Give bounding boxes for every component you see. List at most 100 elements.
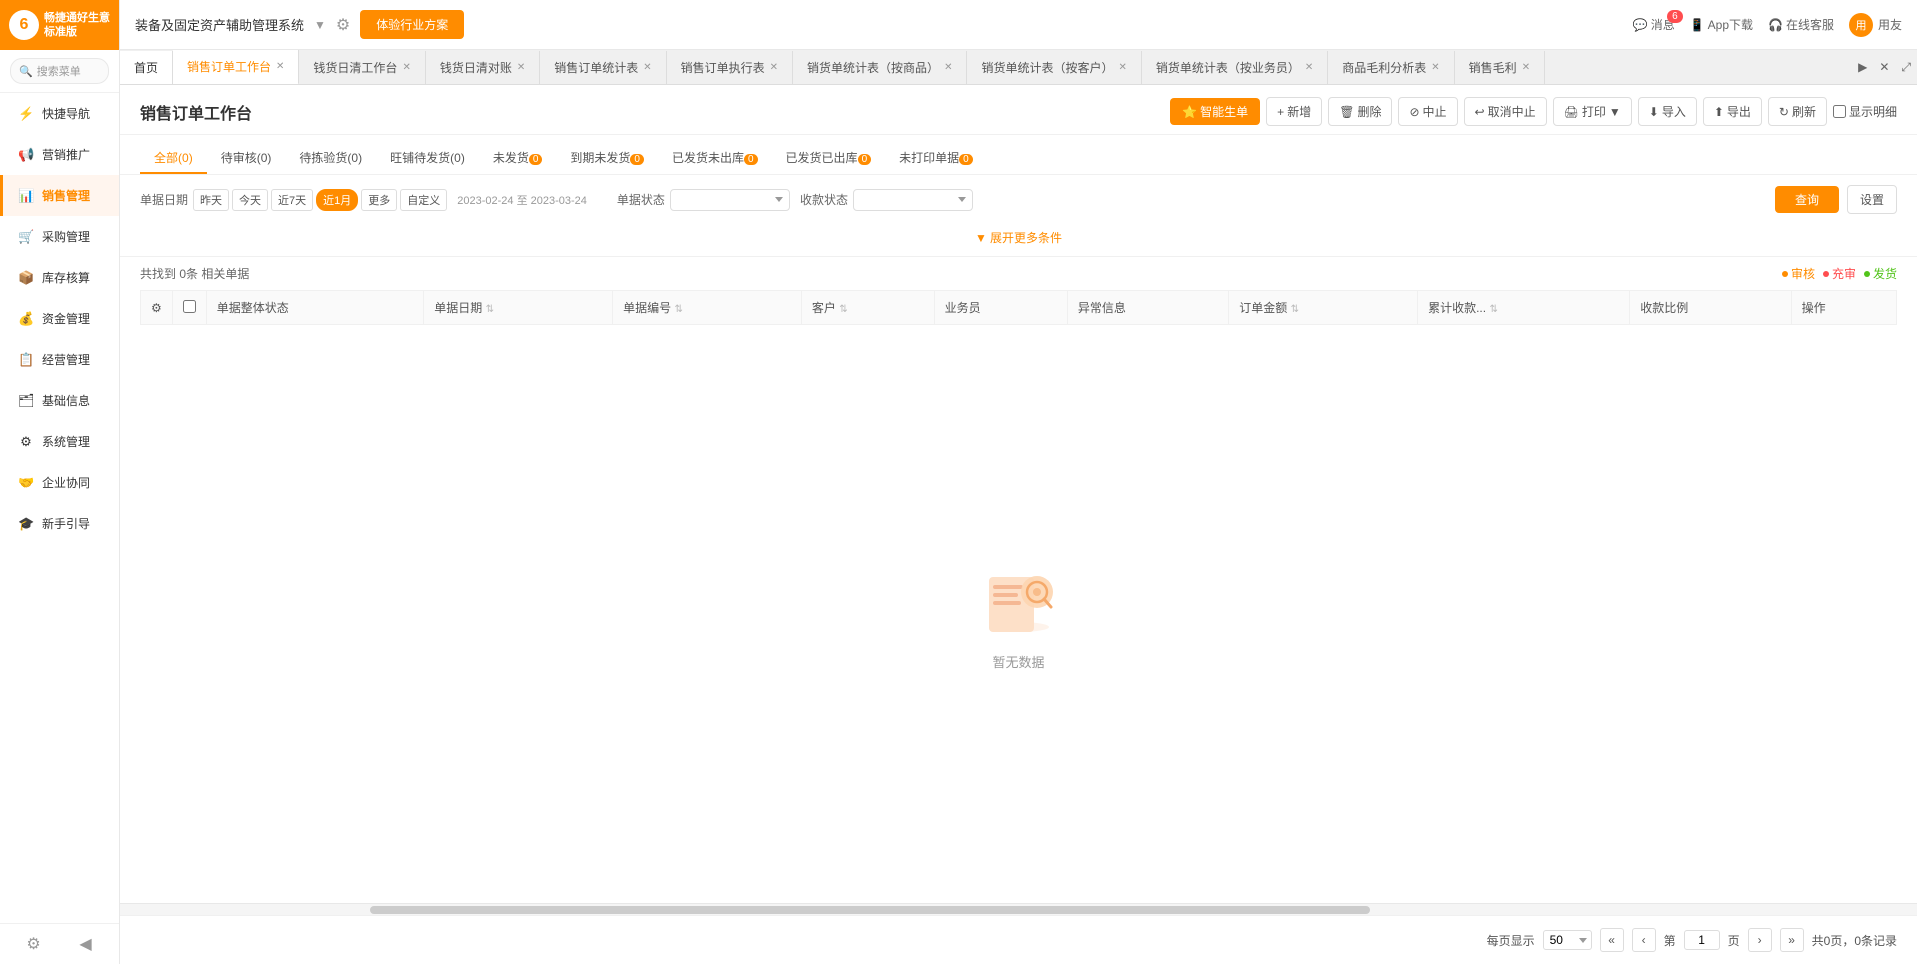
gear-icon[interactable]: ⚙ — [336, 15, 350, 35]
user-info[interactable]: 用 用友 — [1849, 13, 1902, 37]
sub-tab-overdue-not-shipped[interactable]: 到期未发货0 — [556, 143, 658, 174]
sidebar-item-finance[interactable]: 💰 资金管理 — [0, 298, 119, 339]
sidebar-item-purchase[interactable]: 🛒 采购管理 — [0, 216, 119, 257]
sidebar-item-inventory[interactable]: 📦 库存核算 — [0, 257, 119, 298]
sidebar-item-guide[interactable]: 🎓 新手引导 — [0, 503, 119, 544]
col-staff[interactable]: 业务员 — [934, 291, 1067, 325]
tab-product-margin[interactable]: 商品毛利分析表 ✕ — [1328, 51, 1454, 84]
tab-scroll-right[interactable]: ▶ — [1852, 52, 1873, 82]
horizontal-scrollbar[interactable] — [120, 903, 1917, 915]
sub-tab-wangpu-pending[interactable]: 旺铺待发货(0) — [376, 143, 479, 174]
message-badge[interactable]: 💬 消息 6 — [1633, 16, 1675, 33]
next-page-button[interactable]: › — [1748, 928, 1772, 952]
tab-close-sales-exec[interactable]: ✕ — [770, 62, 778, 73]
sidebar-item-system[interactable]: ⚙ 系统管理 — [0, 421, 119, 462]
sidebar-item-cooperation[interactable]: 🤝 企业协同 — [0, 462, 119, 503]
col-customer[interactable]: 客户 ⇅ — [801, 291, 934, 325]
sub-tab-shipped-out[interactable]: 已发货已出库0 — [772, 143, 886, 174]
date-btn-custom[interactable]: 自定义 — [400, 189, 447, 211]
tab-close-summary-customer[interactable]: ✕ — [1118, 62, 1126, 73]
tab-cash-reconcile[interactable]: 钱货日清对账 ✕ — [426, 51, 540, 84]
col-gear[interactable]: ⚙ — [141, 291, 173, 325]
tab-sales-summary-customer[interactable]: 销货单统计表（按客户） ✕ — [967, 51, 1141, 84]
tab-sales-workbench[interactable]: 销售订单工作台 ✕ — [173, 50, 299, 85]
sub-tab-shipped-not-out[interactable]: 已发货未出库0 — [658, 143, 772, 174]
tab-sales-stat[interactable]: 销售订单统计表 ✕ — [540, 51, 666, 84]
audit-action-button[interactable]: 审核 — [1782, 265, 1815, 282]
sidebar-item-basic-info[interactable]: 🗂 基础信息 — [0, 380, 119, 421]
select-all-checkbox[interactable] — [183, 300, 196, 313]
payment-select[interactable] — [853, 189, 973, 211]
status-select[interactable] — [670, 189, 790, 211]
sidebar-item-marketing[interactable]: 📢 营销推广 — [0, 134, 119, 175]
tab-close-summary-staff[interactable]: ✕ — [1305, 62, 1313, 73]
date-btn-yesterday[interactable]: 昨天 — [193, 189, 229, 211]
col-status[interactable]: 单据整体状态 — [206, 291, 424, 325]
smart-create-button[interactable]: ⭐ 智能生单 — [1170, 98, 1260, 125]
tab-close-sales-profit[interactable]: ✕ — [1522, 62, 1530, 73]
app-download-btn[interactable]: 📱 App下载 — [1690, 16, 1753, 33]
col-date[interactable]: 单据日期 ⇅ — [424, 291, 613, 325]
sidebar-item-operations[interactable]: 📋 经营管理 — [0, 339, 119, 380]
page-size-select[interactable]: 20 50 100 — [1543, 930, 1592, 950]
stop-button[interactable]: ⊘ 中止 — [1398, 97, 1457, 126]
tab-close-cash-daily[interactable]: ✕ — [402, 62, 410, 73]
date-btn-7days[interactable]: 近7天 — [271, 189, 313, 211]
date-btn-today[interactable]: 今天 — [232, 189, 268, 211]
sidebar-item-sales[interactable]: 📊 销售管理 — [0, 175, 119, 216]
delete-button[interactable]: 🗑 删除 — [1328, 97, 1392, 126]
dropdown-icon[interactable]: ▼ — [314, 18, 326, 32]
solution-button[interactable]: 体验行业方案 — [360, 10, 464, 39]
sub-tab-not-shipped[interactable]: 未发货0 — [479, 143, 557, 174]
cancel-audit-action-button[interactable]: 充审 — [1823, 265, 1856, 282]
show-detail-label[interactable]: 显示明细 — [1833, 103, 1897, 120]
tab-close-all[interactable]: ✕ — [1873, 52, 1895, 82]
import-button[interactable]: ⬇ 导入 — [1638, 97, 1697, 126]
col-amount[interactable]: 订单金额 ⇅ — [1229, 291, 1418, 325]
tab-sales-profit[interactable]: 销售毛利 ✕ — [1455, 51, 1545, 84]
first-page-button[interactable]: « — [1600, 928, 1624, 952]
sub-tab-all[interactable]: 全部(0) — [140, 143, 207, 174]
collapse-button[interactable]: ◀ — [62, 934, 109, 954]
tab-maximize[interactable]: ⤢ — [1895, 52, 1917, 83]
tab-home[interactable]: 首页 — [120, 51, 173, 84]
online-service-btn[interactable]: 🎧 在线客服 — [1768, 16, 1834, 33]
query-button[interactable]: 查询 — [1775, 186, 1839, 213]
date-btn-1month[interactable]: 近1月 — [316, 189, 358, 211]
sub-tab-pending-inspect[interactable]: 待拣验货(0) — [285, 143, 376, 174]
col-collected[interactable]: 累计收款... ⇅ — [1418, 291, 1630, 325]
search-menu-button[interactable]: 🔍 搜索菜单 — [10, 58, 109, 84]
col-checkbox[interactable] — [172, 291, 206, 325]
tab-close-summary-product[interactable]: ✕ — [944, 62, 952, 73]
tab-close-cash-reconcile[interactable]: ✕ — [517, 62, 525, 73]
tab-close-sales-stat[interactable]: ✕ — [643, 62, 651, 73]
sub-tab-pending-review[interactable]: 待审核(0) — [207, 143, 286, 174]
date-btn-more[interactable]: 更多 — [361, 189, 397, 211]
last-page-button[interactable]: » — [1780, 928, 1804, 952]
show-detail-checkbox[interactable] — [1833, 105, 1846, 118]
ship-action-button[interactable]: 发货 — [1864, 265, 1897, 282]
cancel-stop-button[interactable]: ↩ 取消中止 — [1464, 97, 1547, 126]
tab-sales-summary-staff[interactable]: 销货单统计表（按业务员） ✕ — [1142, 51, 1328, 84]
filter-area: 单据日期 昨天 今天 近7天 近1月 更多 自定义 2023-02-24 至 2… — [120, 175, 1917, 257]
tab-sales-exec[interactable]: 销售订单执行表 ✕ — [667, 51, 793, 84]
setting-button[interactable]: 设置 — [1847, 185, 1897, 214]
export-button[interactable]: ⬆ 导出 — [1703, 97, 1762, 126]
col-exception[interactable]: 异常信息 — [1067, 291, 1228, 325]
print-button[interactable]: 🖨 打印 ▼ — [1553, 97, 1632, 126]
scrollbar-thumb[interactable] — [370, 906, 1370, 914]
refresh-button[interactable]: ↻ 刷新 — [1768, 97, 1827, 126]
tab-sales-summary-product[interactable]: 销货单统计表（按商品） ✕ — [793, 51, 967, 84]
expand-filter-button[interactable]: ▼ 展开更多条件 — [975, 229, 1062, 246]
prev-page-button[interactable]: ‹ — [1632, 928, 1656, 952]
tab-close-product-margin[interactable]: ✕ — [1431, 62, 1439, 73]
sub-tab-not-printed[interactable]: 未打印单据0 — [885, 143, 987, 174]
settings-button[interactable]: ⚙ — [10, 934, 57, 954]
tab-cash-daily[interactable]: 钱货日清工作台 ✕ — [299, 51, 425, 84]
col-number[interactable]: 单据编号 ⇅ — [613, 291, 802, 325]
page-input[interactable] — [1684, 930, 1720, 950]
tab-close-sales-workbench[interactable]: ✕ — [276, 61, 284, 72]
sidebar-item-quick-nav[interactable]: ⚡ 快捷导航 — [0, 93, 119, 134]
add-button[interactable]: + 新增 — [1266, 97, 1322, 126]
col-ratio[interactable]: 收款比例 — [1630, 291, 1791, 325]
